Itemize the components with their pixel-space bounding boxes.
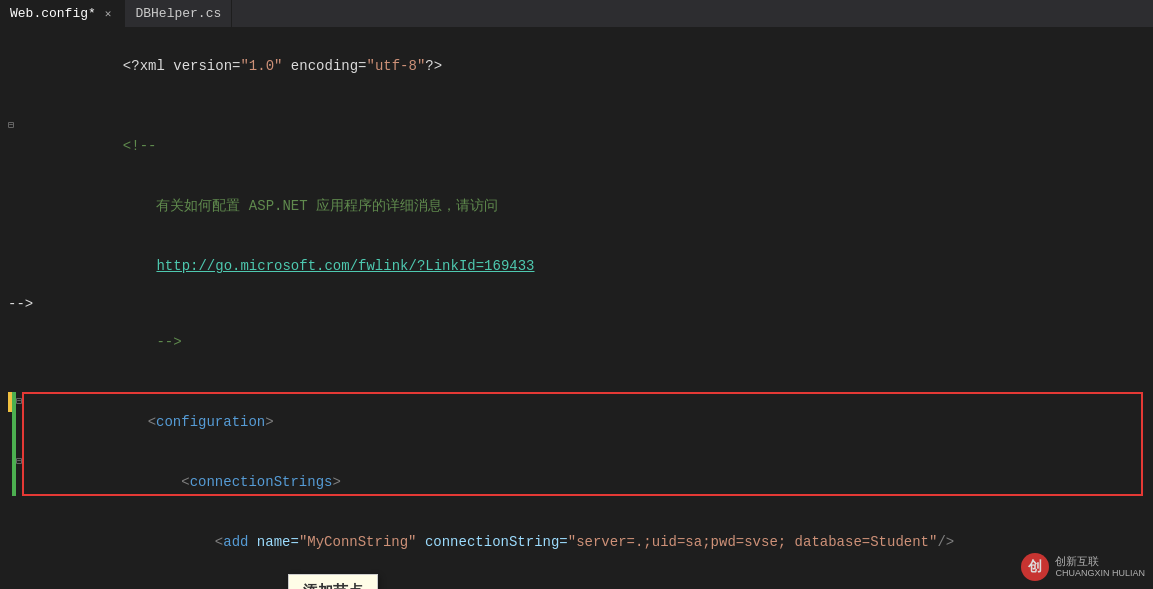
editor-area: <?xml version="1.0" encoding="utf-8"?> ⊟…	[0, 28, 1153, 589]
fold-2	[8, 96, 22, 116]
line-1-content: <?xml version="1.0" encoding="utf-8"?>	[22, 36, 1153, 96]
line-5: http://go.microsoft.com/fwlink/?LinkId=1…	[8, 236, 1153, 296]
line-7	[8, 372, 1153, 392]
line-8: ⊟ <configuration>	[8, 392, 1153, 452]
fold-8[interactable]: ⊟	[16, 392, 30, 412]
line-2-content	[22, 96, 1153, 116]
line-10-content: <add name="MyConnString" connectionStrin…	[30, 512, 1153, 572]
line-10: <add name="MyConnString" connectionStrin…	[8, 512, 1153, 572]
line-7-content	[22, 372, 1153, 392]
fold-10	[16, 512, 30, 532]
line-6-content: -->	[22, 312, 1153, 372]
line-9: ⊟ <connectionStrings>	[8, 452, 1153, 512]
line-8-content: <configuration>	[30, 392, 1153, 452]
fold-5	[8, 236, 22, 256]
ide-window: Web.config* ✕ DBHelper.cs <?xml version=…	[0, 0, 1153, 589]
fold-11	[16, 572, 30, 589]
line-9-content: <connectionStrings>	[30, 452, 1153, 512]
watermark-line2: CHUANGXIN HULIAN	[1055, 568, 1145, 580]
ms-link[interactable]: http://go.microsoft.com/fwlink/?LinkId=1…	[156, 258, 534, 274]
code-content[interactable]: <?xml version="1.0" encoding="utf-8"?> ⊟…	[0, 28, 1153, 589]
watermark-icon: 创	[1021, 553, 1049, 581]
fold-4	[8, 176, 22, 196]
watermark-line1: 创新互联	[1055, 554, 1145, 568]
line-3: ⊟ <!--	[8, 116, 1153, 176]
fold-7	[8, 372, 22, 392]
fold-3[interactable]: ⊟	[8, 116, 22, 136]
watermark-icon-text: 创	[1028, 558, 1042, 576]
line-2	[8, 96, 1153, 116]
tab-dbhelper-label: DBHelper.cs	[135, 6, 221, 21]
indicator-green2	[12, 412, 16, 476]
line-5-content: http://go.microsoft.com/fwlink/?LinkId=1…	[22, 236, 1153, 296]
tab-dbhelper[interactable]: DBHelper.cs	[125, 0, 232, 27]
line-11-content: </connectionStrings>	[30, 572, 1153, 589]
fold-6	[8, 312, 22, 332]
line-4: 有关如何配置 ASP.NET 应用程序的详细消息，请访问	[8, 176, 1153, 236]
line-6: -->	[8, 312, 1153, 372]
line-4-content: 有关如何配置 ASP.NET 应用程序的详细消息，请访问	[22, 176, 1153, 236]
tab-web-config[interactable]: Web.config* ✕	[0, 0, 125, 27]
watermark: 创 创新互联 CHUANGXIN HULIAN	[1021, 553, 1145, 581]
tooltip-text: 添加节点	[303, 582, 363, 589]
watermark-text: 创新互联 CHUANGXIN HULIAN	[1055, 554, 1145, 580]
line-3-content: <!--	[22, 116, 1153, 176]
highlight-region: ⊟ <configuration> ⊟ <connectionStrings>	[8, 392, 1153, 589]
tooltip-add-node: 添加节点	[288, 574, 378, 589]
tab-web-config-label: Web.config*	[10, 6, 96, 21]
tab-web-config-close[interactable]: ✕	[102, 6, 115, 21]
fold-1	[8, 36, 22, 56]
line-11: </connectionStrings> 添加节点	[8, 572, 1153, 589]
tab-bar: Web.config* ✕ DBHelper.cs	[0, 0, 1153, 28]
code-wrapper: <?xml version="1.0" encoding="utf-8"?> ⊟…	[8, 36, 1153, 589]
line-1: <?xml version="1.0" encoding="utf-8"?>	[8, 36, 1153, 96]
fold-9[interactable]: ⊟	[16, 452, 30, 472]
